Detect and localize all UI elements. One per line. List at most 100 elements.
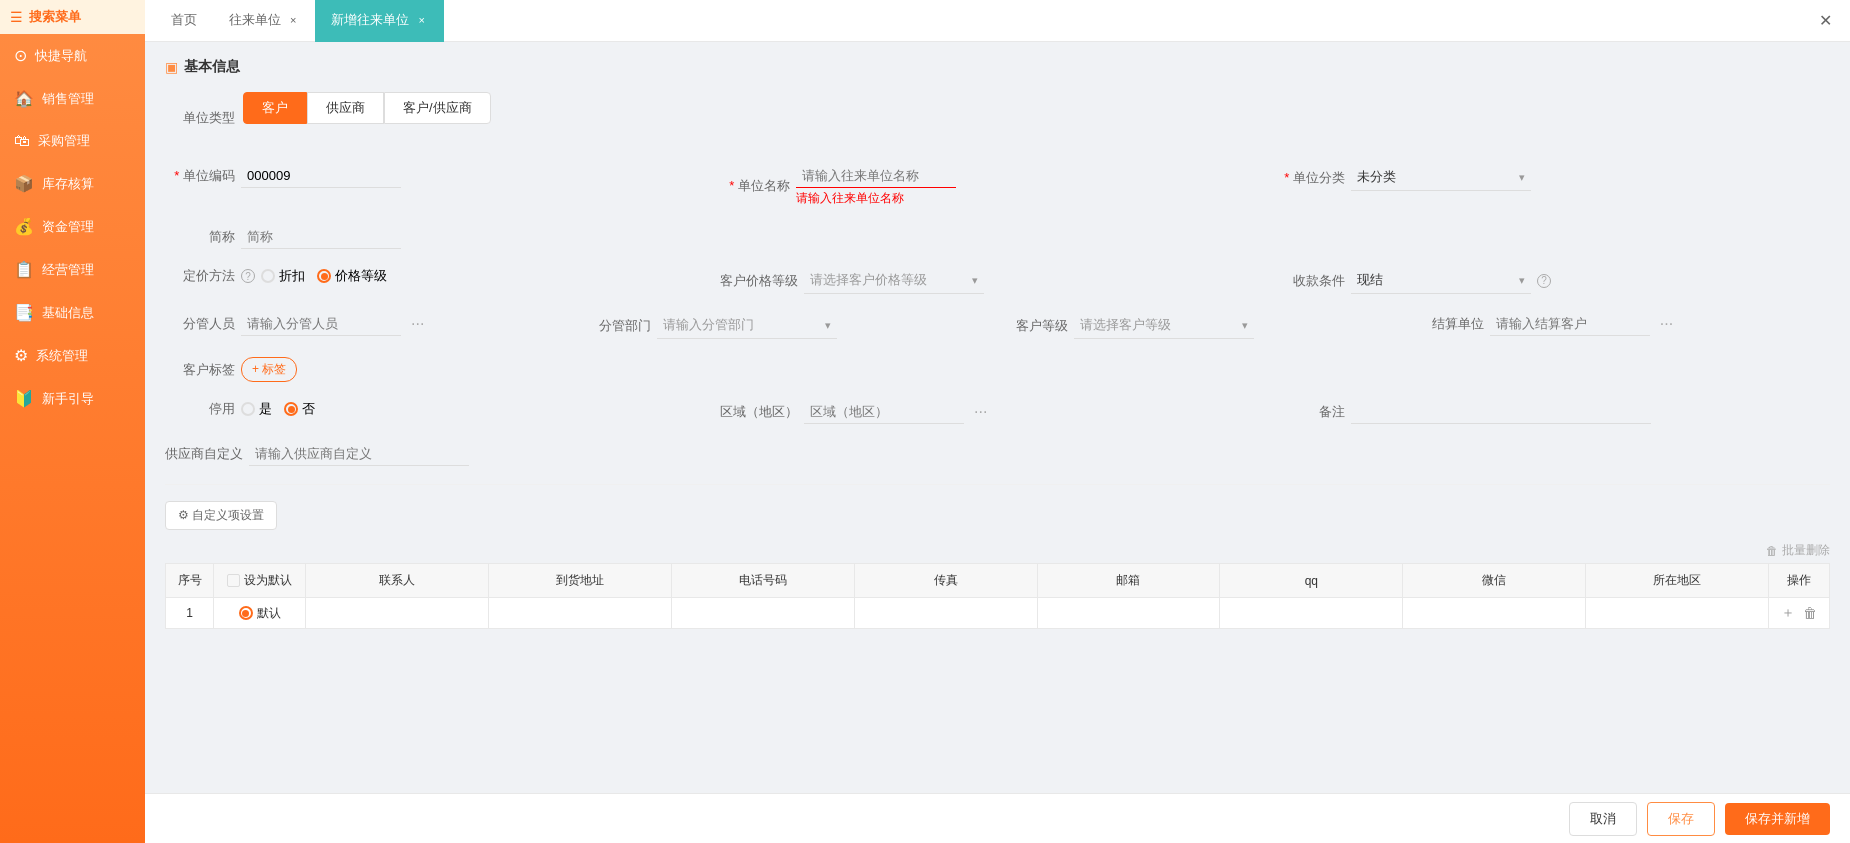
unit-category-select[interactable]: 未分类 ▾ [1351,164,1531,191]
sidebar-item-purchase[interactable]: 🛍 采购管理 [0,120,145,162]
customer-level-select[interactable]: 请选择客户等级 ▾ [1074,312,1254,339]
sidebar-search-label: 搜索菜单 [29,8,81,26]
disabled-no-radio[interactable]: 否 [284,400,315,418]
unit-name-group: 单位名称 请输入往来单位名称 [720,164,1275,207]
save-button[interactable]: 保存 [1647,802,1715,836]
department-select[interactable]: 请输入分管部门 ▾ [657,312,837,339]
tab-counterparty[interactable]: 往来单位 × [213,0,315,42]
sidebar-item-quick-nav[interactable]: ⊙ 快捷导航 [0,34,145,77]
unit-code-input[interactable] [241,164,401,188]
cell-address[interactable] [488,598,671,629]
settlement-label: 结算单位 [1414,315,1484,333]
sidebar-item-system[interactable]: ⚙ 系统管理 [0,334,145,377]
window-close-button[interactable]: ✕ [1811,7,1840,34]
cell-actions: ＋ 🗑 [1768,598,1829,629]
col-region: 所在地区 [1586,564,1769,598]
phone-input[interactable] [682,606,844,620]
chevron-down-icon-5: ▾ [1242,319,1248,332]
add-tag-button[interactable]: + 标签 [241,357,297,382]
customer-price-label: 客户价格等级 [720,272,798,290]
customer-level-label: 客户等级 [998,317,1068,335]
disabled-no-label: 否 [302,400,315,418]
disabled-yes-radio[interactable]: 是 [241,400,272,418]
pricing-help-icon[interactable]: ? [241,269,255,283]
sidebar-item-label: 新手引导 [42,390,94,408]
type-supplier-button[interactable]: 供应商 [307,92,384,124]
select-all-checkbox[interactable] [227,574,240,587]
sidebar-item-beginner[interactable]: 🔰 新手引导 [0,377,145,420]
col-fax: 传真 [854,564,1037,598]
sidebar-item-label: 资金管理 [42,218,94,236]
abbr-input[interactable] [241,225,401,249]
remark-input[interactable] [1351,400,1651,424]
tab-counterparty-close[interactable]: × [287,13,299,27]
manager-more-icon[interactable]: ··· [407,315,428,333]
save-new-button[interactable]: 保存并新增 [1725,803,1830,835]
type-both-button[interactable]: 客户/供应商 [384,92,491,124]
unit-category-label: 单位分类 [1275,169,1345,187]
customer-price-select[interactable]: 请选择客户价格等级 ▾ [804,267,984,294]
row-default-radio[interactable] [239,606,253,620]
cell-wechat[interactable] [1403,598,1586,629]
col-actions: 操作 [1768,564,1829,598]
manager-label: 分管人员 [165,315,235,333]
cell-contact[interactable] [306,598,489,629]
customer-tag-group: 客户标签 + 标签 [165,357,1830,382]
tab-home[interactable]: 首页 [155,0,213,42]
supplier-custom-input[interactable] [249,442,469,466]
basic-info-icon: 📑 [14,303,34,322]
region-more-icon[interactable]: ··· [970,403,991,421]
payment-terms-label: 收款条件 [1275,272,1345,290]
section-header: ▣ 基本信息 [165,58,1830,76]
sidebar-item-finance[interactable]: 💰 资金管理 [0,205,145,248]
settlement-input[interactable] [1490,312,1650,336]
cell-fax[interactable] [854,598,1037,629]
sidebar-search[interactable]: ☰ 搜索菜单 [0,0,145,34]
cell-seq: 1 [166,598,214,629]
sidebar-item-basic-info[interactable]: 📑 基础信息 [0,291,145,334]
add-row-button[interactable]: ＋ [1781,604,1795,622]
chevron-down-icon-4: ▾ [825,319,831,332]
content-area: ▣ 基本信息 单位类型 客户 供应商 客户/供应商 单位编码 单位名称 请输入往… [145,42,1850,793]
cell-region[interactable] [1586,598,1769,629]
wechat-input[interactable] [1413,606,1575,620]
form-row-6: 停用 是 否 区域（地区） ··· [165,400,1830,424]
pricing-price-level-radio[interactable]: 价格等级 [317,267,387,285]
payment-terms-select[interactable]: 现结 ▾ [1351,267,1531,294]
region-input[interactable] [804,400,964,424]
fax-input[interactable] [865,606,1027,620]
cell-qq[interactable] [1220,598,1403,629]
qq-input[interactable] [1230,606,1392,620]
footer: 取消 保存 保存并新增 [145,793,1850,843]
sidebar-item-inventory[interactable]: 📦 库存核算 [0,162,145,205]
cell-email[interactable] [1037,598,1220,629]
unit-name-error: 请输入往来单位名称 [796,190,956,207]
payment-terms-group: 收款条件 现结 ▾ ? [1275,267,1830,294]
email-input[interactable] [1048,606,1210,620]
address-input[interactable] [499,606,661,620]
cancel-button[interactable]: 取消 [1569,802,1637,836]
department-placeholder: 请输入分管部门 [663,316,821,334]
sidebar-item-sales[interactable]: 🏠 销售管理 [0,77,145,120]
search-icon: ☰ [10,9,23,25]
delete-row-button[interactable]: 🗑 [1803,605,1817,621]
manager-input[interactable] [241,312,401,336]
custom-settings-button[interactable]: ⚙ 自定义项设置 [165,501,277,530]
sidebar-item-operations[interactable]: 📋 经营管理 [0,248,145,291]
batch-delete-label[interactable]: 批量删除 [1782,542,1830,559]
row-region-input[interactable] [1596,606,1758,620]
disabled-no-circle [284,402,298,416]
tab-new-counterparty[interactable]: 新增往来单位 × [315,0,443,42]
tab-new-counterparty-close[interactable]: × [415,13,427,27]
sidebar-item-label: 库存核算 [42,175,94,193]
settlement-more-icon[interactable]: ··· [1656,315,1677,333]
type-customer-button[interactable]: 客户 [243,92,307,124]
trash-icon: 🗑 [1766,544,1778,558]
pricing-price-level-circle [317,269,331,283]
contact-input[interactable] [316,606,478,620]
cell-phone[interactable] [671,598,854,629]
unit-name-input[interactable] [796,164,956,188]
customer-price-group: 客户价格等级 请选择客户价格等级 ▾ [720,267,1275,294]
pricing-discount-radio[interactable]: 折扣 [261,267,305,285]
payment-terms-help-icon[interactable]: ? [1537,274,1551,288]
